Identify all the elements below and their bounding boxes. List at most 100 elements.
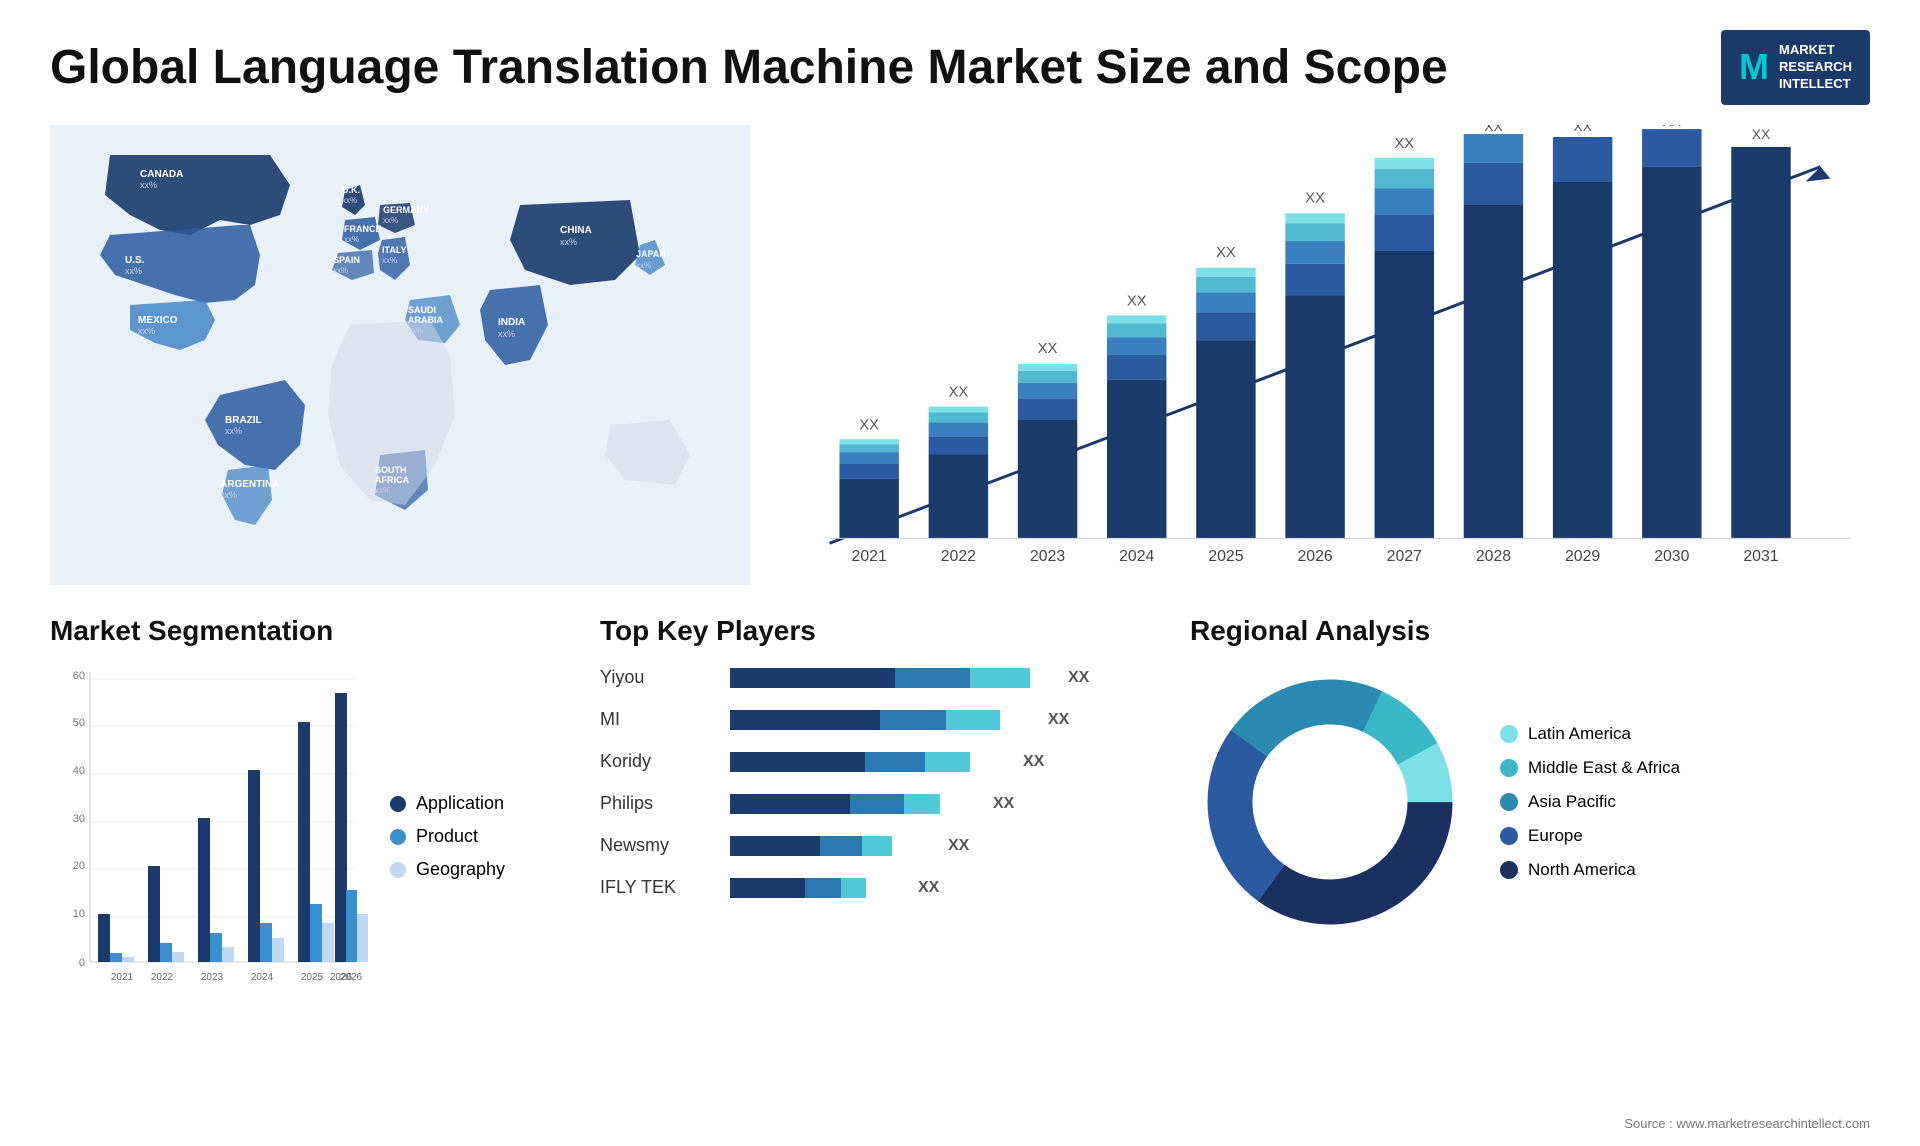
player-row-yiyou: Yiyou XX [600, 662, 1160, 694]
player-row-philips: Philips XX [600, 788, 1160, 820]
player-bar-yiyou: XX [730, 662, 1089, 694]
svg-text:U.K.: U.K. [342, 185, 360, 195]
top-section: CANADA xx% U.S. xx% MEXICO xx% BRAZIL xx… [50, 125, 1870, 585]
svg-text:2028: 2028 [1476, 548, 1511, 565]
svg-text:xx%: xx% [140, 180, 157, 190]
regional-title: Regional Analysis [1190, 615, 1870, 647]
legend-mea: Middle East & Africa [1500, 758, 1680, 778]
europe-dot [1500, 827, 1518, 845]
svg-text:xx%: xx% [225, 426, 242, 436]
svg-text:xx%: xx% [344, 235, 359, 244]
player-bar-koridy: XX [730, 746, 1044, 778]
svg-text:XX: XX [1216, 245, 1236, 261]
svg-text:U.S.: U.S. [125, 255, 145, 266]
asia-pacific-dot [1500, 793, 1518, 811]
svg-text:xx%: xx% [408, 326, 423, 335]
legend-asia-pacific: Asia Pacific [1500, 792, 1680, 812]
svg-text:XX: XX [1573, 125, 1592, 134]
svg-text:CANADA: CANADA [140, 169, 183, 180]
svg-text:10: 10 [73, 908, 85, 920]
svg-text:BRAZIL: BRAZIL [225, 415, 262, 426]
segmentation-chart: 0 10 20 30 40 50 60 [50, 662, 370, 1012]
svg-text:XX: XX [1305, 190, 1325, 206]
player-bar-svg-iflytek [730, 872, 910, 904]
player-bar-newsmy: XX [730, 830, 969, 862]
legend-north-america: North America [1500, 860, 1680, 880]
player-name-mi: MI [600, 709, 720, 730]
seg-legend: Application Product Geography [390, 793, 505, 880]
application-dot [390, 796, 406, 812]
legend-europe: Europe [1500, 826, 1680, 846]
svg-text:2022: 2022 [941, 548, 976, 565]
player-bar-svg-mi [730, 704, 1040, 736]
svg-text:xx%: xx% [333, 266, 348, 275]
svg-text:2023: 2023 [1030, 548, 1065, 565]
player-bar-svg-yiyou [730, 662, 1060, 694]
svg-text:SAUDI: SAUDI [408, 305, 436, 315]
donut-chart [1190, 662, 1470, 942]
svg-text:XX: XX [1752, 126, 1771, 142]
player-name-philips: Philips [600, 793, 720, 814]
legend-geography: Geography [390, 859, 505, 880]
svg-text:XX: XX [1038, 341, 1058, 357]
product-dot [390, 829, 406, 845]
svg-text:2025: 2025 [301, 972, 324, 983]
svg-text:XX: XX [1484, 125, 1503, 134]
player-row-newsmy: Newsmy XX [600, 830, 1160, 862]
latin-america-dot [1500, 725, 1518, 743]
svg-text:2029: 2029 [1565, 548, 1600, 565]
regional-container: Regional Analysis [1190, 615, 1870, 1045]
svg-text:40: 40 [73, 765, 85, 777]
svg-text:FRANCE: FRANCE [344, 224, 382, 234]
svg-text:ITALY: ITALY [382, 245, 407, 255]
player-name-iflytek: IFLY TEK [600, 877, 720, 898]
svg-text:xx%: xx% [636, 261, 651, 270]
bar-chart-svg: XX XX XX XX [780, 125, 1870, 585]
player-row-mi: MI XX [600, 704, 1160, 736]
segmentation-container: Market Segmentation 0 10 20 30 40 50 60 [50, 615, 570, 1045]
svg-text:2026: 2026 [1297, 548, 1332, 565]
svg-text:JAPAN: JAPAN [636, 249, 666, 259]
player-bar-svg-newsmy [730, 830, 940, 862]
svg-text:xx%: xx% [138, 326, 155, 336]
segmentation-content: 0 10 20 30 40 50 60 [50, 662, 570, 1012]
player-row-iflytek: IFLY TEK XX [600, 872, 1160, 904]
player-bar-mi: XX [730, 704, 1069, 736]
svg-text:2023: 2023 [201, 972, 224, 983]
svg-text:0: 0 [79, 957, 85, 969]
svg-text:CHINA: CHINA [560, 225, 592, 236]
player-name-newsmy: Newsmy [600, 835, 720, 856]
svg-text:ARGENTINA: ARGENTINA [220, 479, 279, 490]
players-title: Top Key Players [600, 615, 1160, 647]
players-list: Yiyou XX MI [600, 662, 1160, 904]
player-name-yiyou: Yiyou [600, 667, 720, 688]
player-name-koridy: Koridy [600, 751, 720, 772]
svg-text:xx%: xx% [383, 216, 398, 225]
legend-application: Application [390, 793, 505, 814]
svg-text:2025: 2025 [1208, 548, 1243, 565]
north-america-dot [1500, 861, 1518, 879]
legend-product: Product [390, 826, 505, 847]
segmentation-title: Market Segmentation [50, 615, 570, 647]
player-bar-svg-philips [730, 788, 985, 820]
svg-text:XX: XX [1127, 293, 1147, 309]
svg-text:2031: 2031 [1743, 548, 1778, 565]
svg-text:GERMANY: GERMANY [383, 205, 429, 215]
svg-text:xx%: xx% [220, 490, 237, 500]
svg-text:2030: 2030 [1654, 548, 1689, 565]
page: Global Language Translation Machine Mark… [0, 0, 1920, 1146]
player-bar-philips: XX [730, 788, 1014, 820]
world-map-container: CANADA xx% U.S. xx% MEXICO xx% BRAZIL xx… [50, 125, 750, 585]
svg-text:INDIA: INDIA [498, 317, 525, 328]
svg-text:2027: 2027 [1387, 548, 1422, 565]
svg-text:xx%: xx% [375, 486, 390, 495]
player-bar-svg-koridy [730, 746, 1015, 778]
svg-text:2022: 2022 [151, 972, 174, 983]
svg-text:2024: 2024 [1119, 548, 1154, 565]
svg-text:2024: 2024 [251, 972, 274, 983]
player-bar-iflytek: XX [730, 872, 939, 904]
svg-text:XX: XX [859, 417, 879, 433]
players-container: Top Key Players Yiyou XX MI [600, 615, 1160, 1045]
svg-text:AFRICA: AFRICA [375, 475, 409, 485]
svg-text:20: 20 [73, 860, 85, 872]
